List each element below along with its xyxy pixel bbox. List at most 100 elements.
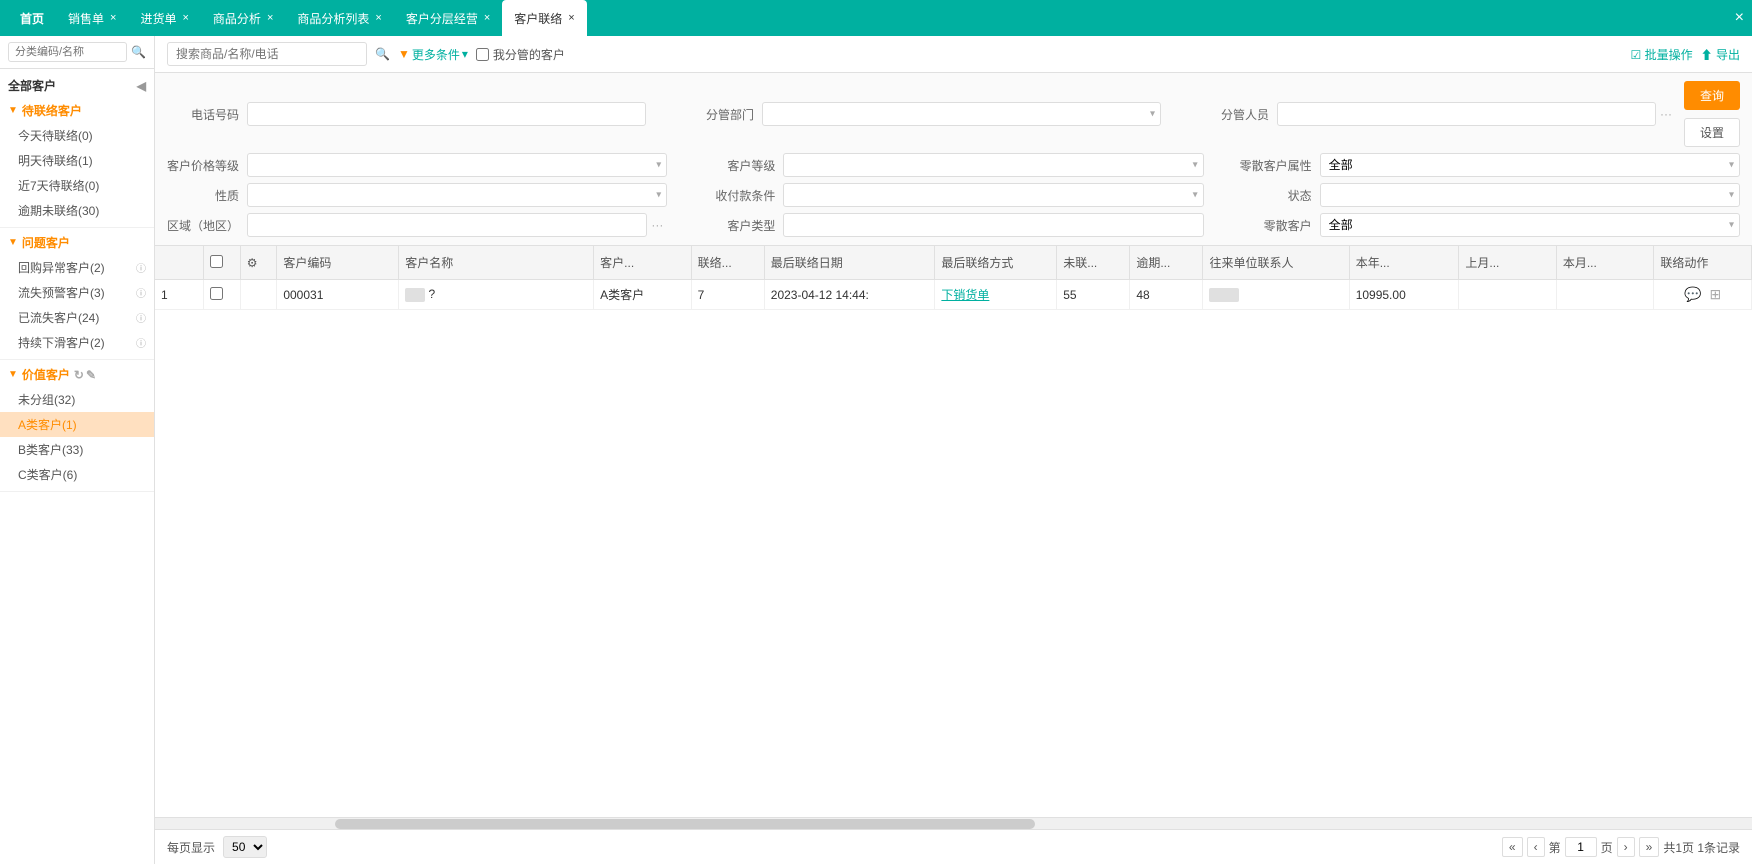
value-edit-icon[interactable]: ✎: [86, 368, 96, 382]
cust-level-select[interactable]: [783, 153, 1203, 177]
sidebar-search-icon[interactable]: 🔍: [131, 45, 146, 59]
last-page-btn[interactable]: »: [1639, 837, 1660, 857]
nav-tab-salesorder[interactable]: 销售单 ×: [56, 0, 128, 36]
cell-index: 1: [155, 280, 204, 310]
sidebar-item-class-b[interactable]: B类客户(33): [0, 437, 154, 462]
price-level-label: 客户价格等级: [167, 157, 247, 174]
close-product-analysis-icon[interactable]: ×: [267, 12, 273, 24]
my-customers-checkbox[interactable]: 我分管的客户: [476, 46, 565, 63]
cell-not-contact: 55: [1057, 280, 1130, 310]
page-number-input[interactable]: 1: [1565, 837, 1597, 857]
page-label: 第: [1549, 839, 1561, 856]
nav-tab-product-analysis[interactable]: 商品分析 ×: [201, 0, 285, 36]
page-size-select[interactable]: 50: [223, 836, 267, 858]
sidebar-item-churned[interactable]: 已流失客户(24) ⓘ: [0, 305, 154, 330]
action-buttons: 查询 设置: [1684, 81, 1740, 147]
row-checkbox[interactable]: [210, 287, 223, 300]
filter-search-input[interactable]: [167, 42, 367, 66]
export-btn[interactable]: ⬆ 导出: [1701, 46, 1740, 63]
declining-info-icon[interactable]: ⓘ: [136, 335, 146, 350]
person-input[interactable]: [1277, 102, 1656, 126]
problem-customers-title[interactable]: ▼ 问题客户: [0, 230, 154, 255]
first-page-btn[interactable]: «: [1502, 837, 1523, 857]
nav-home[interactable]: 首页: [8, 10, 56, 27]
retail-select[interactable]: 全部: [1320, 213, 1740, 237]
price-level-select[interactable]: [247, 153, 667, 177]
col-prev-contact[interactable]: 往来单位联系人: [1203, 246, 1349, 280]
select-all-checkbox[interactable]: [210, 255, 223, 268]
col-this-month[interactable]: 本月...: [1556, 246, 1653, 280]
col-cust-type[interactable]: 客户...: [594, 246, 691, 280]
table-container: ⚙ 客户编码 客户名称 客户... 联络...: [155, 246, 1752, 817]
sidebar-item-overdue-contact[interactable]: 逾期未联络(30): [0, 198, 154, 223]
sidebar-item-class-c[interactable]: C类客户(6): [0, 462, 154, 487]
close-customer-segment-icon[interactable]: ×: [484, 12, 490, 24]
cust-type-input[interactable]: [783, 213, 1203, 237]
sidebar-search-input[interactable]: [8, 42, 127, 62]
value-customers-title[interactable]: ▼ 价值客户 ↻ ✎: [0, 362, 154, 387]
col-gear[interactable]: ⚙: [240, 246, 277, 280]
col-not-contact[interactable]: 未联...: [1057, 246, 1130, 280]
settings-button[interactable]: 设置: [1684, 118, 1740, 147]
my-customers-check[interactable]: [476, 48, 489, 61]
close-customer-contact-icon[interactable]: ×: [568, 12, 574, 24]
sidebar-collapse-icon[interactable]: ◀: [137, 79, 146, 93]
nav-close-all[interactable]: ×: [1735, 9, 1744, 27]
prev-page-btn[interactable]: ‹: [1527, 837, 1545, 857]
value-refresh-icon[interactable]: ↻: [74, 368, 84, 382]
region-more-icon[interactable]: ···: [647, 218, 667, 232]
query-button[interactable]: 查询: [1684, 81, 1740, 110]
col-name[interactable]: 客户名称: [399, 246, 594, 280]
col-last-method[interactable]: 最后联络方式: [935, 246, 1057, 280]
action-qr-icon[interactable]: ⊞: [1710, 286, 1722, 303]
cust-type-field: 客户类型: [703, 213, 1203, 237]
cust-level-select-wrapper: ▾: [783, 153, 1203, 177]
churn-warning-info-icon[interactable]: ⓘ: [136, 285, 146, 300]
retail-attr-select[interactable]: 全部: [1320, 153, 1740, 177]
sidebar-item-repurchase-abnormal[interactable]: 回购异常客户(2) ⓘ: [0, 255, 154, 280]
dept-select[interactable]: [762, 102, 1161, 126]
region-input[interactable]: [247, 213, 647, 237]
col-overdue[interactable]: 逾期...: [1130, 246, 1203, 280]
sidebar-item-today[interactable]: 今天待联络(0): [0, 123, 154, 148]
horizontal-scrollbar[interactable]: [155, 817, 1752, 829]
close-salesorder-icon[interactable]: ×: [110, 12, 116, 24]
filter-search-icon[interactable]: 🔍: [375, 47, 390, 61]
sidebar-item-churn-warning[interactable]: 流失预警客户(3) ⓘ: [0, 280, 154, 305]
filter-more-btn[interactable]: ▼ 更多条件 ▾: [398, 46, 468, 63]
pending-contact-title[interactable]: ▼ 待联络客户: [0, 98, 154, 123]
sidebar-item-declining[interactable]: 持续下滑客户(2) ⓘ: [0, 330, 154, 355]
last-method-link[interactable]: 下销货单: [941, 288, 989, 302]
sidebar-all-customers-header[interactable]: 全部客户 ◀: [0, 69, 154, 98]
col-this-year[interactable]: 本年...: [1349, 246, 1459, 280]
col-last-month[interactable]: 上月...: [1459, 246, 1556, 280]
sidebar-item-ungroup[interactable]: 未分组(32): [0, 387, 154, 412]
next-page-btn[interactable]: ›: [1617, 837, 1635, 857]
col-last-date[interactable]: 最后联络日期: [764, 246, 935, 280]
nav-tab-purchase[interactable]: 进货单 ×: [128, 0, 200, 36]
sidebar-item-tomorrow[interactable]: 明天待联络(1): [0, 148, 154, 173]
nav-tab-product-list[interactable]: 商品分析列表 ×: [285, 0, 393, 36]
payment-select[interactable]: [783, 183, 1203, 207]
gender-select[interactable]: [247, 183, 667, 207]
nav-tab-customer-segment[interactable]: 客户分层经营 ×: [394, 0, 502, 36]
batch-op-btn[interactable]: ☑ 批量操作: [1631, 46, 1693, 63]
person-more-icon[interactable]: ···: [1656, 107, 1676, 121]
col-contact[interactable]: 联络...: [691, 246, 764, 280]
cell-name: ?: [399, 280, 594, 310]
scrollbar-thumb[interactable]: [335, 819, 1035, 829]
price-level-field: 客户价格等级 ▾: [167, 153, 667, 177]
col-code[interactable]: 客户编码: [277, 246, 399, 280]
action-chat-icon[interactable]: 💬: [1684, 286, 1701, 303]
phone-input[interactable]: [247, 102, 646, 126]
sidebar-item-class-a[interactable]: A类客户(1): [0, 412, 154, 437]
status-select[interactable]: [1320, 183, 1740, 207]
churned-info-icon[interactable]: ⓘ: [136, 310, 146, 325]
nav-tab-customer-contact[interactable]: 客户联络 ×: [502, 0, 586, 36]
close-purchase-icon[interactable]: ×: [182, 12, 188, 24]
cust-level-field: 客户等级 ▾: [703, 153, 1203, 177]
sidebar-item-7days[interactable]: 近7天待联络(0): [0, 173, 154, 198]
close-product-list-icon[interactable]: ×: [375, 12, 381, 24]
cell-contact: 7: [691, 280, 764, 310]
repurchase-info-icon[interactable]: ⓘ: [136, 260, 146, 275]
